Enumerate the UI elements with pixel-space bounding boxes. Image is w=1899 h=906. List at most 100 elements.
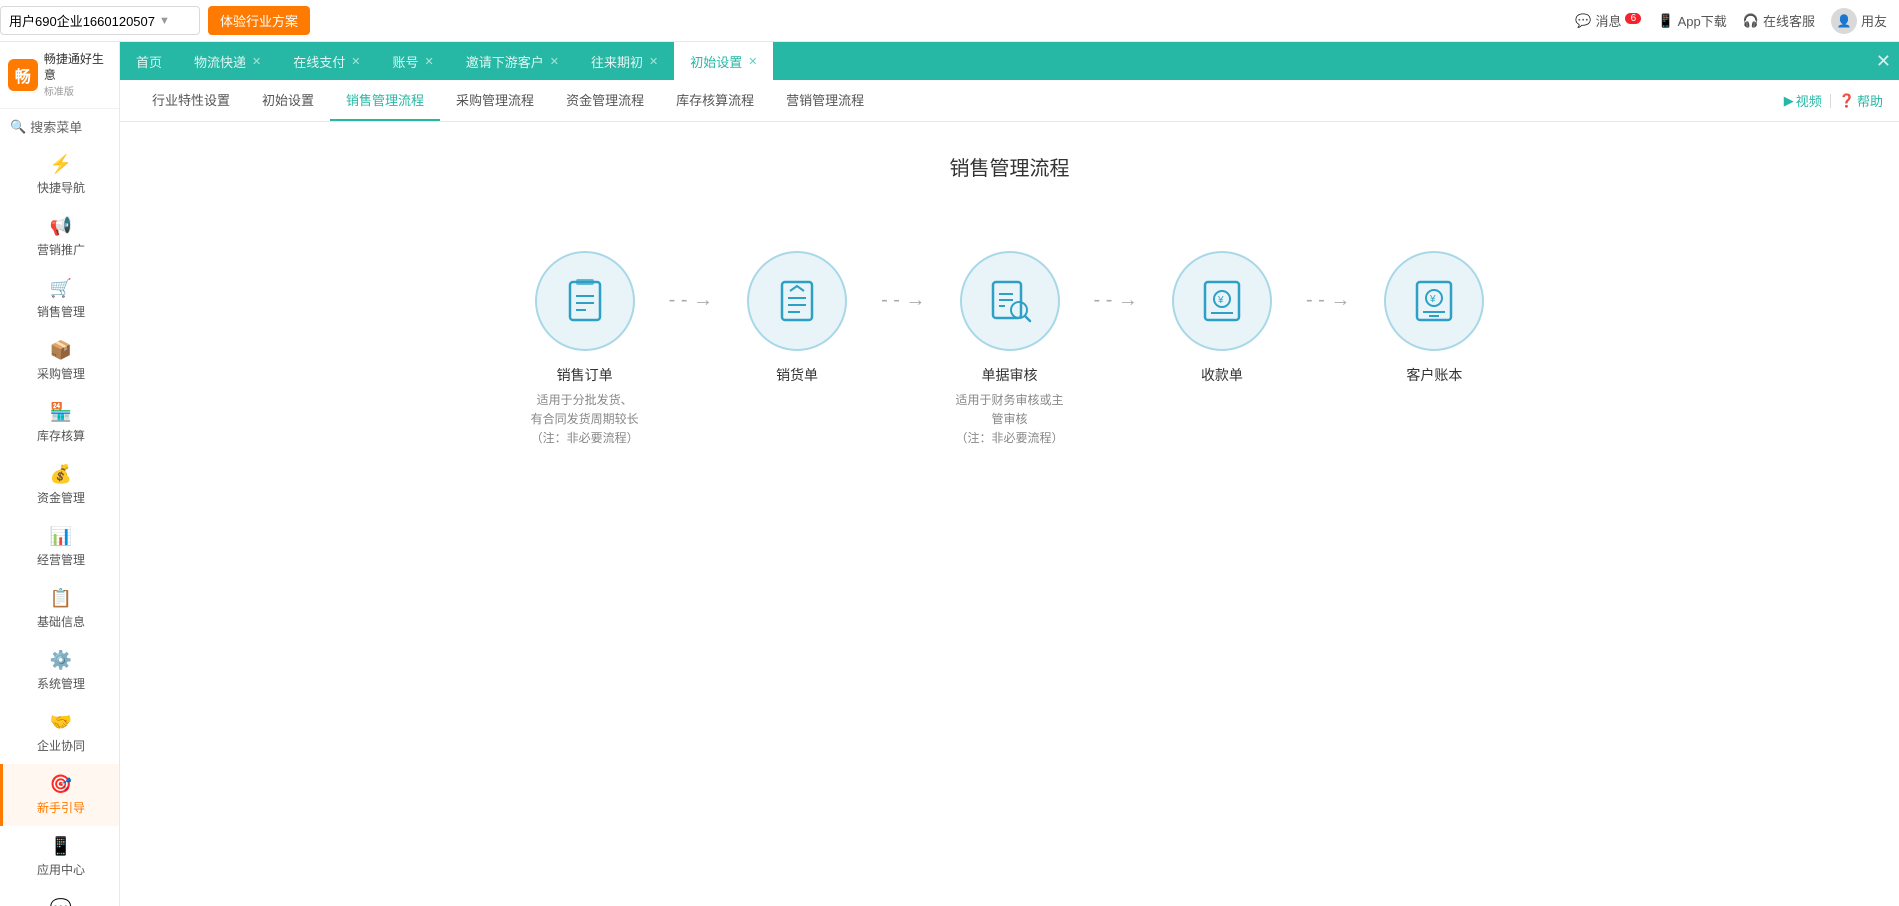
flow-arrow-0: - - → (665, 289, 717, 312)
sidebar-item-label-marketing: 营销推广 (37, 241, 85, 258)
actions-divider (1830, 94, 1831, 108)
sub-tab-采购管理流程[interactable]: 采购管理流程 (440, 80, 550, 121)
sub-tab-初始设置[interactable]: 初始设置 (246, 80, 330, 121)
sidebar-item-wechat[interactable]: 💬 企业微信 (0, 888, 119, 906)
sidebar-item-label-inventory: 库存核算 (37, 427, 85, 444)
sales-icon: 🛒 (50, 278, 72, 299)
svg-text:¥: ¥ (1217, 295, 1224, 306)
flow-step-account-book[interactable]: ¥ 客户账本 (1354, 251, 1514, 391)
avatar: 👤 (1831, 8, 1857, 34)
app-download-action[interactable]: 📱 App下载 (1657, 11, 1726, 30)
message-icon: 💬 (1575, 13, 1591, 29)
nav-tab-往来期初[interactable]: 往来期初✕ (575, 42, 674, 80)
sidebar-item-business[interactable]: 📊 经营管理 (0, 516, 119, 578)
sidebar-item-basic[interactable]: 📋 基础信息 (0, 578, 119, 640)
sidebar-item-sales[interactable]: 🛒 销售管理 (0, 268, 119, 330)
sidebar-item-label-cooperation: 企业协同 (37, 737, 85, 754)
nav-tab-label: 初始设置 (690, 52, 742, 71)
user-action[interactable]: 👤 用友 (1831, 8, 1887, 34)
flow-desc-audit: 适用于财务审核或主管审核（注：非必要流程） (955, 391, 1063, 449)
video-link[interactable]: ▶ 视频 (1784, 91, 1822, 110)
user-name-label: 用友 (1861, 11, 1887, 30)
message-action[interactable]: 💬 消息 6 (1575, 11, 1641, 30)
nav-tab-物流快递[interactable]: 物流快递 ✕ (178, 42, 277, 80)
nav-tab-账号[interactable]: 账号✕ (376, 42, 449, 80)
arrow-icon: - - → (669, 289, 713, 312)
help-link[interactable]: ❓ 帮助 (1839, 91, 1883, 110)
sidebar-item-label-quick-nav: 快捷导航 (37, 179, 85, 196)
tab-close-icon[interactable]: ✕ (748, 55, 757, 68)
sidebar-item-label-business: 经营管理 (37, 551, 85, 568)
nav-tab-label: 物流快递 (194, 52, 246, 71)
tab-close-icon[interactable]: ✕ (649, 55, 658, 68)
sub-tab-资金管理流程[interactable]: 资金管理流程 (550, 80, 660, 121)
flow-circle-account-book: ¥ (1384, 251, 1484, 351)
user-selector[interactable]: 用户690企业1660120507 ▼ (0, 6, 200, 35)
sub-tab-actions: ▶ 视频 ❓ 帮助 (1784, 91, 1883, 110)
online-service-action[interactable]: 🎧 在线客服 (1743, 11, 1815, 30)
flow-circle-audit (960, 251, 1060, 351)
wechat-icon: 💬 (50, 898, 72, 906)
sidebar: 畅 畅捷通好生意 标准版 🔍 搜索菜单 ⚡ 快捷导航 📢 营销推广 🛒 销售管理… (0, 42, 120, 906)
svg-text:¥: ¥ (1429, 294, 1436, 305)
sidebar-item-label-system: 系统管理 (37, 675, 85, 692)
flow-desc-sales-order: 适用于分批发货、有合同发货周期较长（注：非必要流程） (531, 391, 639, 449)
sub-tab-营销管理流程[interactable]: 营销管理流程 (770, 80, 880, 121)
nav-tab-初始设置[interactable]: 初始设置 ✕ (674, 42, 773, 80)
sidebar-item-label-app-center: 应用中心 (37, 861, 85, 878)
help-label: 帮助 (1857, 91, 1883, 110)
help-icon: ❓ (1839, 93, 1855, 109)
sub-tab-label: 行业特性设置 (152, 90, 230, 109)
tab-close-icon[interactable]: ✕ (252, 55, 261, 68)
sidebar-item-quick-nav[interactable]: ⚡ 快捷导航 (0, 144, 119, 206)
nav-tab-label: 在线支付 (293, 52, 345, 71)
flow-circle-receipt: ¥ (1172, 251, 1272, 351)
nav-tabs-list: 首页物流快递✕在线支付✕账号✕邀请下游客户✕往来期初✕初始设置✕ (120, 42, 773, 80)
nav-tab-邀请下游客户[interactable]: 邀请下游客户 ✕ (450, 42, 575, 80)
sub-tab-库存核算流程[interactable]: 库存核算流程 (660, 80, 770, 121)
flow-step-audit[interactable]: 单据审核 适用于财务审核或主管审核（注：非必要流程） (930, 251, 1090, 449)
flow-step-sales-order[interactable]: 销售订单 适用于分批发货、有合同发货周期较长（注：非必要流程） (505, 251, 665, 449)
headset-icon: 🎧 (1743, 13, 1759, 29)
business-icon: 📊 (50, 526, 72, 547)
marketing-icon: 📢 (50, 216, 72, 237)
app-download-label: App下载 (1678, 11, 1727, 30)
sub-tab-label: 采购管理流程 (456, 90, 534, 109)
sub-tab-销售管理流程[interactable]: 销售管理流程 (330, 80, 440, 121)
top-header: 用户690企业1660120507 ▼ 体验行业方案 💬 消息 6 📱 App下… (0, 0, 1899, 42)
trial-button[interactable]: 体验行业方案 (208, 6, 310, 35)
sidebar-item-label-purchase: 采购管理 (37, 365, 85, 382)
finance-icon: 💰 (50, 464, 72, 485)
flow-step-delivery-note[interactable]: 销货单 (717, 251, 877, 391)
app-center-icon: 📱 (50, 836, 72, 857)
flow-arrow-3: - - → (1302, 289, 1354, 312)
close-all-tabs[interactable]: ✕ (1876, 51, 1891, 72)
sidebar-item-marketing[interactable]: 📢 营销推广 (0, 206, 119, 268)
tab-close-icon[interactable]: ✕ (550, 55, 559, 68)
nav-tab-label: 邀请下游客户 (466, 52, 544, 71)
flow-circle-sales-order (535, 251, 635, 351)
sidebar-item-newbie[interactable]: 🎯 新手引导 (0, 764, 119, 826)
flow-step-receipt[interactable]: ¥ 收款单 (1142, 251, 1302, 391)
tab-close-icon[interactable]: ✕ (351, 55, 360, 68)
search-label: 搜索菜单 (30, 117, 82, 136)
sidebar-item-inventory[interactable]: 🏪 库存核算 (0, 392, 119, 454)
sidebar-item-purchase[interactable]: 📦 采购管理 (0, 330, 119, 392)
sidebar-item-system[interactable]: ⚙️ 系统管理 (0, 640, 119, 702)
search-menu[interactable]: 🔍 搜索菜单 (0, 109, 119, 144)
sub-tab-label: 资金管理流程 (566, 90, 644, 109)
nav-tab-首页[interactable]: 首页 (120, 42, 178, 80)
arrow-icon: - - → (1094, 289, 1138, 312)
online-service-label: 在线客服 (1763, 11, 1815, 30)
sidebar-logo: 畅 畅捷通好生意 标准版 (0, 42, 119, 109)
nav-tab-在线支付[interactable]: 在线支付 ✕ (277, 42, 376, 80)
flow-label-account-book: 客户账本 (1406, 365, 1462, 385)
logo-main-text: 畅捷通好生意 (44, 52, 111, 83)
sidebar-item-finance[interactable]: 💰 资金管理 (0, 454, 119, 516)
sub-tab-行业特性设置[interactable]: 行业特性设置 (136, 80, 246, 121)
tab-close-icon[interactable]: ✕ (425, 55, 434, 68)
sidebar-item-label-finance: 资金管理 (37, 489, 85, 506)
sidebar-item-cooperation[interactable]: 🤝 企业协同 (0, 702, 119, 764)
sub-tabs-header: 行业特性设置初始设置销售管理流程采购管理流程 资金管理流程库存核算流程营销管理流程… (120, 80, 1899, 122)
sidebar-item-app-center[interactable]: 📱 应用中心 (0, 826, 119, 888)
